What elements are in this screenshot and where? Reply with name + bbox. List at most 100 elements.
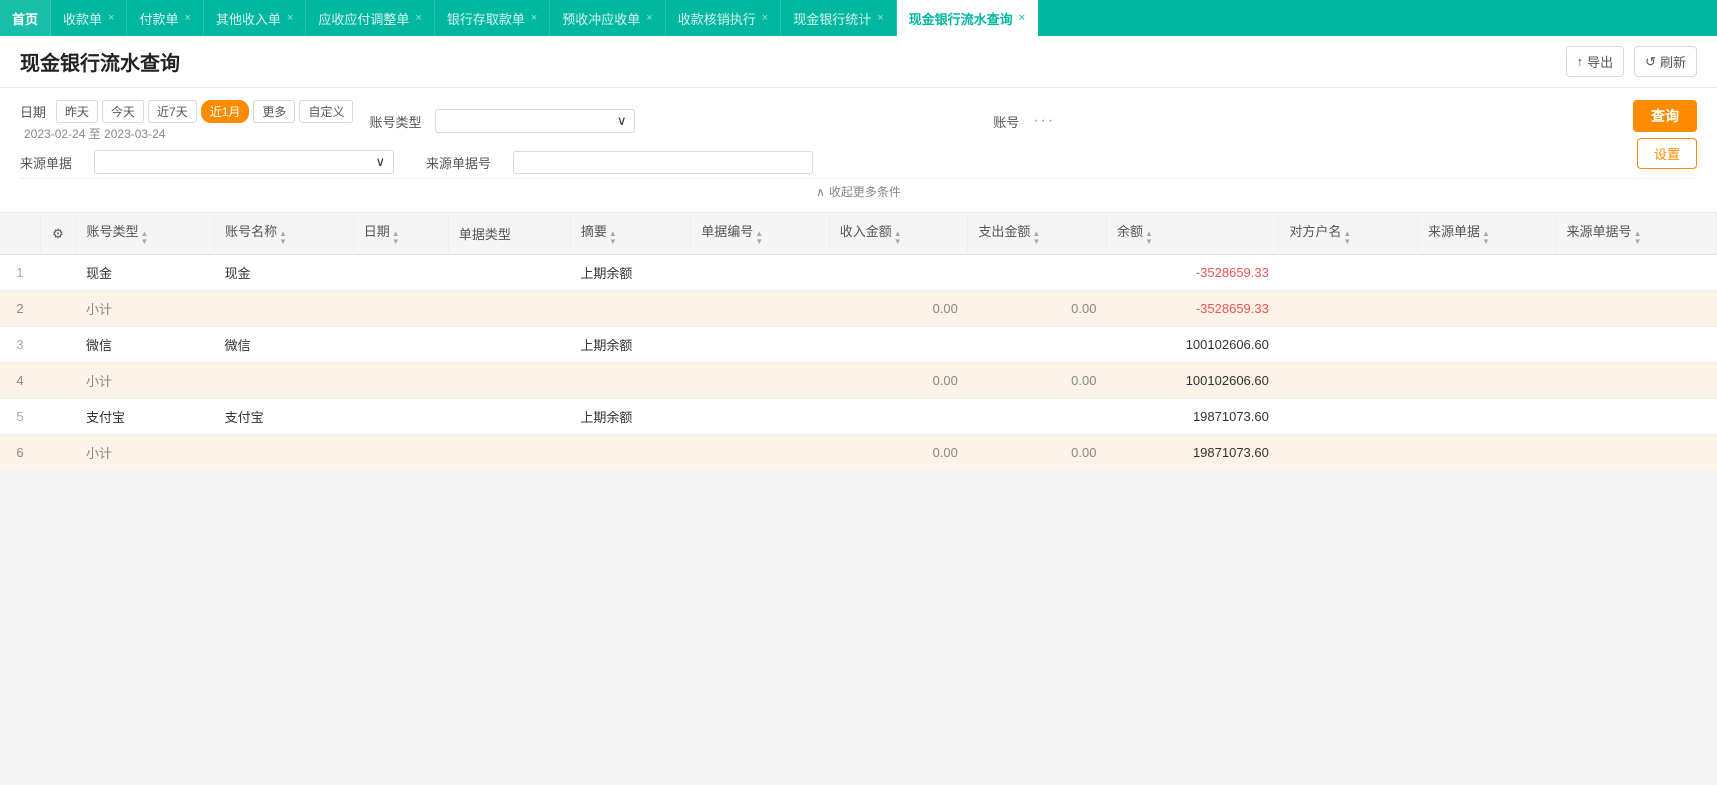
nav-tab[interactable]: 预收冲应收单× [550,0,665,36]
cell-source_doc_no [1556,399,1716,435]
cell-acct_type: 小计 [76,291,215,327]
row-gear-cell [40,435,76,471]
table-column-header[interactable]: 日期▲▼ [353,213,448,255]
page-header: 现金银行流水查询 ↑ 导出 ↺ 刷新 [0,36,1717,88]
cell-date [353,399,448,435]
nav-tab[interactable]: 现金银行统计× [781,0,896,36]
cell-acct_name [215,363,354,399]
table-column-header[interactable]: 余额▲▼ [1106,213,1278,255]
cell-source_doc [1417,363,1556,399]
acct-type-chevron: ∨ [617,113,627,129]
table-column-header[interactable]: 对方户名▲▼ [1279,213,1418,255]
query-button[interactable]: 查询 [1633,100,1697,132]
close-icon[interactable]: × [108,12,114,24]
date-option-button[interactable]: 近1月 [201,100,250,123]
cell-counterpart [1279,327,1418,363]
cell-balance: 19871073.60 [1106,435,1278,471]
close-icon[interactable]: × [1019,12,1025,24]
table-column-header[interactable]: 账号类型▲▼ [76,213,215,255]
table-row: 6小计0.000.0019871073.60 [0,435,1717,471]
date-label: 日期 [20,102,46,121]
cell-acct_type: 现金 [76,255,215,291]
nav-tab[interactable]: 现金银行流水查询× [897,0,1038,36]
cell-source_doc [1417,327,1556,363]
row-number: 3 [0,327,40,363]
nav-tab-label: 收款核销执行 [678,9,756,28]
table-column-header[interactable]: 单据编号▲▼ [691,213,830,255]
close-icon[interactable]: × [646,12,652,24]
cell-doc_no [691,435,830,471]
cell-counterpart [1279,399,1418,435]
nav-tab[interactable]: 付款单× [127,0,203,36]
date-option-button[interactable]: 今天 [102,100,144,123]
date-range-text: 2023-02-24 至 2023-03-24 [24,125,353,142]
acct-label: 账号 [993,112,1019,131]
close-icon[interactable]: × [184,12,190,24]
nav-tab[interactable]: 收款单× [51,0,127,36]
settings-button[interactable]: 设置 [1637,138,1697,169]
sort-arrows-icon: ▲▼ [1482,230,1490,246]
cell-income [829,327,968,363]
date-options: 昨天今天近7天近1月更多自定义 [56,100,353,123]
cell-acct_name: 微信 [215,327,354,363]
close-icon[interactable]: × [287,12,293,24]
cell-summary [570,363,690,399]
cell-acct_name [215,435,354,471]
nav-tab[interactable]: 收款核销执行 × [666,0,781,36]
filter-left: 日期 昨天今天近7天近1月更多自定义 2023-02-24 至 2023-03-… [20,100,1601,174]
nav-tab[interactable]: 应收应付调整单 × [306,0,434,36]
col-label: 账号名称 [225,224,277,239]
collapse-bar[interactable]: ∧ 收起更多条件 [20,178,1697,204]
filter-right: 查询 设置 [1617,100,1697,169]
cell-source_doc_no [1556,255,1716,291]
acct-type-block: 账号类型 ∨ [369,109,977,133]
row-number: 2 [0,291,40,327]
table-column-header[interactable]: 来源单据号▲▼ [1556,213,1716,255]
col-label: 日期 [364,224,390,239]
row-gear-cell [40,399,76,435]
date-option-button[interactable]: 更多 [253,100,295,123]
export-button[interactable]: ↑ 导出 [1566,46,1625,77]
acct-type-select[interactable]: ∨ [435,109,635,133]
table-row: 4小计0.000.00100102606.60 [0,363,1717,399]
date-option-button[interactable]: 昨天 [56,100,98,123]
close-icon[interactable]: × [531,12,537,24]
cell-income: 0.00 [829,435,968,471]
cell-income [829,399,968,435]
nav-tab[interactable]: 其他收入单× [204,0,306,36]
cell-doc_type [448,363,570,399]
date-option-button[interactable]: 自定义 [299,100,353,123]
acct-more-dots[interactable]: ··· [1033,112,1055,130]
row-number: 4 [0,363,40,399]
cell-balance: 100102606.60 [1106,327,1278,363]
close-icon[interactable]: × [415,12,421,24]
cell-counterpart [1279,291,1418,327]
table-column-header[interactable]: 来源单据▲▼ [1417,213,1556,255]
cell-source_doc [1417,255,1556,291]
close-icon[interactable]: × [877,12,883,24]
row-gear-cell [40,291,76,327]
table-column-header[interactable]: 收入金额▲▼ [829,213,968,255]
table-column-header[interactable]: 摘要▲▼ [570,213,690,255]
cell-acct_type: 微信 [76,327,215,363]
close-icon[interactable]: × [762,12,768,24]
table-body: 1现金现金上期余额-3528659.332小计0.000.00-3528659.… [0,255,1717,471]
col-label: 支出金额 [978,224,1030,239]
nav-tab[interactable]: 银行存取款单× [435,0,550,36]
source-doc-no-input[interactable] [513,151,813,174]
table-column-header[interactable]: 账号名称▲▼ [215,213,354,255]
table-column-header[interactable]: 支出金额▲▼ [968,213,1107,255]
nav-tab[interactable]: 首页 [0,0,51,36]
source-doc-select[interactable]: ∨ [94,150,394,174]
cell-doc_no [691,399,830,435]
row-gear-cell [40,255,76,291]
cell-source_doc [1417,399,1556,435]
cell-income: 0.00 [829,363,968,399]
source-doc-no-label: 来源单据号 [426,153,491,172]
nav-tab-label: 应收应付调整单 [318,9,409,28]
table-row: 5支付宝支付宝上期余额19871073.60 [0,399,1717,435]
refresh-button[interactable]: ↺ 刷新 [1634,46,1697,77]
date-option-button[interactable]: 近7天 [148,100,197,123]
cell-source_doc [1417,291,1556,327]
cell-expense [968,255,1107,291]
